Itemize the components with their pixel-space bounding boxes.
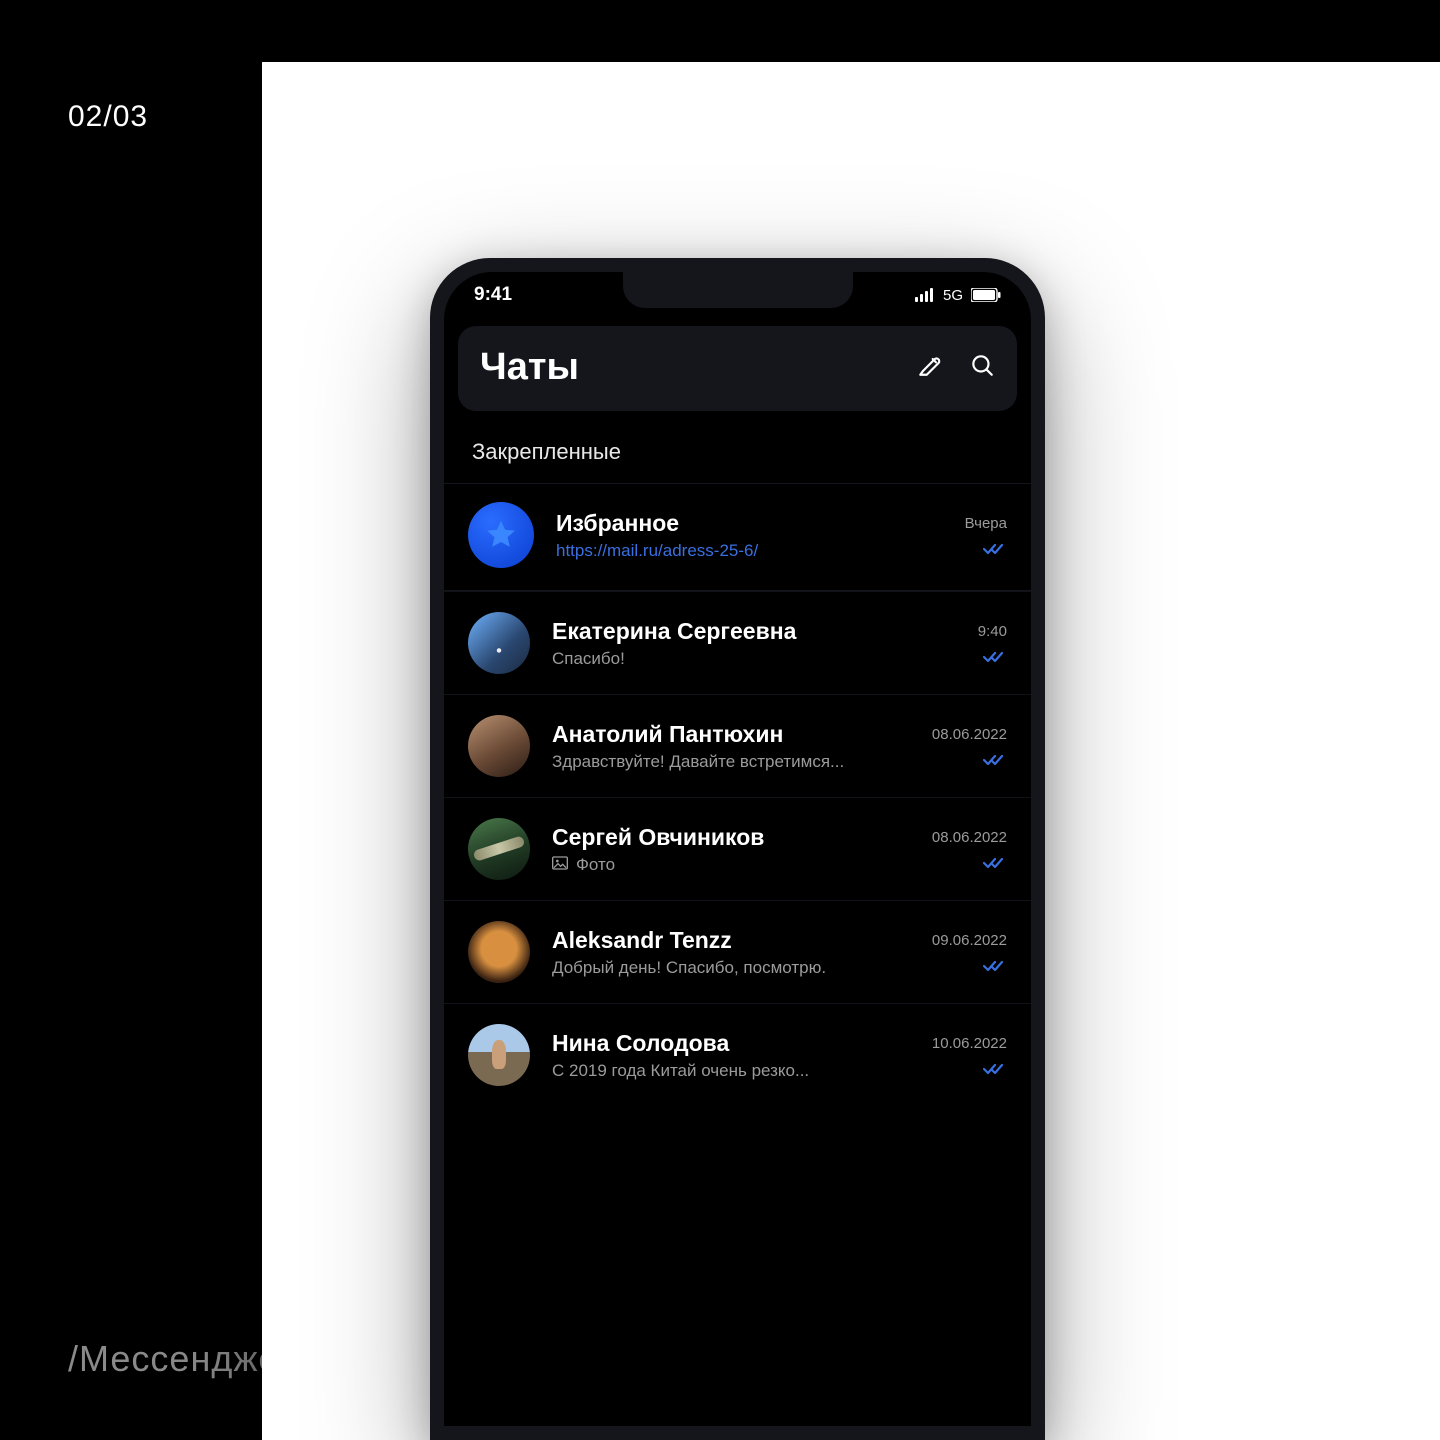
- avatar: [468, 1024, 530, 1086]
- page-title: Чаты: [480, 346, 579, 389]
- chat-preview-text: С 2019 года Китай очень резко...: [552, 1061, 809, 1081]
- chat-preview: Здравствуйте! Давайте встретимся...: [552, 752, 920, 772]
- chat-row[interactable]: Избранное https://mail.ru/adress-25-6/Вче…: [444, 483, 1031, 590]
- chat-time: 08.06.2022: [932, 726, 1007, 743]
- chat-meta: 10.06.2022: [932, 1035, 1007, 1076]
- status-time: 9:41: [474, 284, 512, 306]
- network-label: 5G: [943, 287, 963, 304]
- chat-main: Анатолий Пантюхин Здравствуйте! Давайте в…: [552, 721, 920, 772]
- search-button[interactable]: [969, 352, 995, 383]
- favorites-star-icon: [468, 502, 534, 568]
- chat-row[interactable]: Анатолий Пантюхин Здравствуйте! Давайте в…: [444, 694, 1031, 797]
- chat-main: Aleksandr Tenzz Добрый день! Спасибо, пос…: [552, 927, 920, 978]
- chat-name: Анатолий Пантюхин: [552, 721, 920, 748]
- chat-preview: https://mail.ru/adress-25-6/: [556, 541, 953, 561]
- chat-row[interactable]: Сергей Овчиников Фото 08.06.2022: [444, 797, 1031, 900]
- read-receipt-icon: [983, 959, 1007, 973]
- chat-list[interactable]: Избранное https://mail.ru/adress-25-6/Вче…: [444, 483, 1031, 1106]
- read-receipt-icon: [983, 753, 1007, 767]
- chat-name: Сергей Овчиников: [552, 824, 920, 851]
- read-receipt-icon: [983, 542, 1007, 556]
- chat-main: Нина Солодова С 2019 года Китай очень рез…: [552, 1030, 920, 1081]
- chat-name: Избранное: [556, 510, 953, 537]
- chat-meta: Вчера: [965, 515, 1007, 556]
- avatar: [468, 818, 530, 880]
- chat-meta: 9:40: [978, 623, 1007, 664]
- chat-time: 08.06.2022: [932, 829, 1007, 846]
- phone-notch: [623, 272, 853, 308]
- chat-preview: Добрый день! Спасибо, посмотрю.: [552, 958, 920, 978]
- chat-meta: 08.06.2022: [932, 726, 1007, 767]
- chat-preview-text: Добрый день! Спасибо, посмотрю.: [552, 958, 826, 978]
- chat-time: 10.06.2022: [932, 1035, 1007, 1052]
- app-header: Чаты: [458, 326, 1017, 411]
- chat-name: Нина Солодова: [552, 1030, 920, 1057]
- chat-main: Екатерина Сергеевна Спасибо!: [552, 618, 966, 669]
- chat-preview: Фото: [552, 855, 920, 875]
- phone-screen: 9:41 5G Чаты Закрепле: [444, 272, 1031, 1426]
- chat-preview-text: Фото: [576, 855, 615, 875]
- pinned-section-label: Закрепленные: [444, 411, 1031, 483]
- chat-preview: Спасибо!: [552, 649, 966, 669]
- chat-name: Екатерина Сергеевна: [552, 618, 966, 645]
- read-receipt-icon: [983, 856, 1007, 870]
- chat-meta: 09.06.2022: [932, 932, 1007, 973]
- chat-preview: С 2019 года Китай очень резко...: [552, 1061, 920, 1081]
- chat-row[interactable]: Нина Солодова С 2019 года Китай очень рез…: [444, 1003, 1031, 1106]
- chat-name: Aleksandr Tenzz: [552, 927, 920, 954]
- page-counter: 02/03: [68, 100, 148, 134]
- compose-button[interactable]: [917, 352, 943, 383]
- chat-meta: 08.06.2022: [932, 829, 1007, 870]
- read-receipt-icon: [983, 1062, 1007, 1076]
- chat-row[interactable]: Aleksandr Tenzz Добрый день! Спасибо, пос…: [444, 900, 1031, 1003]
- chat-row[interactable]: Екатерина Сергеевна Спасибо! 9:40: [444, 591, 1031, 694]
- chat-time: Вчера: [965, 515, 1007, 532]
- phone-frame: 9:41 5G Чаты Закрепле: [430, 258, 1045, 1440]
- chat-preview-text: https://mail.ru/adress-25-6/: [556, 541, 758, 561]
- avatar: [468, 921, 530, 983]
- chat-main: Сергей Овчиников Фото: [552, 824, 920, 875]
- signal-icon: [915, 288, 935, 302]
- chat-preview-text: Спасибо!: [552, 649, 625, 669]
- avatar: [468, 715, 530, 777]
- avatar: [468, 612, 530, 674]
- battery-icon: [971, 288, 1001, 302]
- chat-time: 09.06.2022: [932, 932, 1007, 949]
- read-receipt-icon: [983, 650, 1007, 664]
- photo-icon: [552, 855, 568, 875]
- chat-main: Избранное https://mail.ru/adress-25-6/: [556, 510, 953, 561]
- chat-preview-text: Здравствуйте! Давайте встретимся...: [552, 752, 844, 772]
- chat-time: 9:40: [978, 623, 1007, 640]
